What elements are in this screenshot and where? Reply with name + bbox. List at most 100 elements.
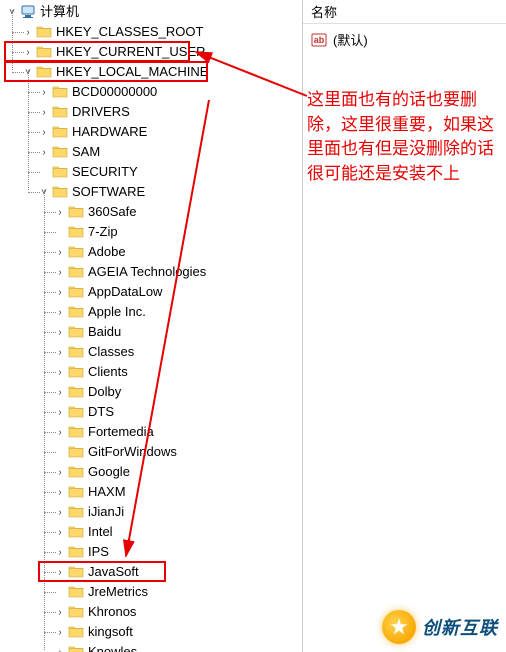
tree-node-label: Khronos bbox=[88, 602, 136, 622]
tree-node-label: AGEIA Technologies bbox=[88, 262, 206, 282]
tree-node-label: JavaSoft bbox=[88, 562, 139, 582]
folder-icon bbox=[68, 304, 84, 320]
watermark-badge-icon bbox=[382, 610, 416, 644]
registry-tree: ˅计算机›HKEY_CLASSES_ROOT›HKEY_CURRENT_USER… bbox=[0, 0, 302, 652]
tree-node[interactable]: ›DRIVERS bbox=[0, 102, 302, 122]
tree-node[interactable]: ›IPS bbox=[0, 542, 302, 562]
folder-icon bbox=[52, 84, 68, 100]
tree-node[interactable]: ›SAM bbox=[0, 142, 302, 162]
tree-node-label: Knowles bbox=[88, 642, 137, 652]
folder-icon bbox=[68, 264, 84, 280]
tree-node-label: Fortemedia bbox=[88, 422, 154, 442]
tree-node[interactable]: ›AppDataLow bbox=[0, 282, 302, 302]
tree-node[interactable]: ›Khronos bbox=[0, 602, 302, 622]
folder-icon bbox=[68, 444, 84, 460]
tree-node-label: Apple Inc. bbox=[88, 302, 146, 322]
folder-icon bbox=[36, 64, 52, 80]
tree-node[interactable]: ›Baidu bbox=[0, 322, 302, 342]
folder-icon bbox=[52, 104, 68, 120]
folder-icon bbox=[36, 44, 52, 60]
tree-node[interactable]: ˅SOFTWARE bbox=[0, 182, 302, 202]
tree-node[interactable]: ›Classes bbox=[0, 342, 302, 362]
tree-node[interactable]: ˅计算机 bbox=[0, 2, 302, 22]
tree-node[interactable]: JreMetrics bbox=[0, 582, 302, 602]
tree-node[interactable]: ›Dolby bbox=[0, 382, 302, 402]
folder-icon bbox=[36, 24, 52, 40]
folder-icon bbox=[52, 164, 68, 180]
folder-icon bbox=[68, 324, 84, 340]
tree-node[interactable]: ›Adobe bbox=[0, 242, 302, 262]
tree-node-label: SAM bbox=[72, 142, 100, 162]
folder-icon bbox=[52, 124, 68, 140]
watermark: 创新互联 bbox=[382, 610, 498, 644]
folder-icon bbox=[68, 604, 84, 620]
tree-node-label: 计算机 bbox=[40, 2, 79, 22]
string-value-icon: ab bbox=[311, 32, 327, 48]
folder-icon bbox=[68, 344, 84, 360]
folder-icon bbox=[68, 644, 84, 652]
tree-node-label: HKEY_CURRENT_USER bbox=[56, 42, 206, 62]
tree-node-label: Clients bbox=[88, 362, 128, 382]
annotation-text: 这里面也有的话也要删除，这里很重要，如果这里面也有但是没删除的话很可能还是安装不… bbox=[307, 88, 506, 187]
tree-node-label: Intel bbox=[88, 522, 113, 542]
tree-node[interactable]: ›Apple Inc. bbox=[0, 302, 302, 322]
folder-icon bbox=[68, 624, 84, 640]
folder-icon bbox=[68, 564, 84, 580]
tree-node[interactable]: ›HARDWARE bbox=[0, 122, 302, 142]
tree-node[interactable]: SECURITY bbox=[0, 162, 302, 182]
folder-icon bbox=[68, 404, 84, 420]
folder-icon bbox=[68, 504, 84, 520]
tree-node-label: DTS bbox=[88, 402, 114, 422]
tree-node[interactable]: ›DTS bbox=[0, 402, 302, 422]
tree-node[interactable]: 7-Zip bbox=[0, 222, 302, 242]
folder-icon bbox=[68, 204, 84, 220]
tree-node[interactable]: ›Intel bbox=[0, 522, 302, 542]
folder-icon bbox=[68, 424, 84, 440]
folder-icon bbox=[68, 464, 84, 480]
tree-node[interactable]: ›kingsoft bbox=[0, 622, 302, 642]
tree-node[interactable]: ›HKEY_CLASSES_ROOT bbox=[0, 22, 302, 42]
tree-node-label: GitForWindows bbox=[88, 442, 177, 462]
folder-icon bbox=[52, 144, 68, 160]
folder-icon bbox=[68, 484, 84, 500]
folder-icon bbox=[52, 184, 68, 200]
tree-node-label: JreMetrics bbox=[88, 582, 148, 602]
tree-node[interactable]: ›HKEY_CURRENT_USER bbox=[0, 42, 302, 62]
folder-icon bbox=[68, 384, 84, 400]
tree-node-label: IPS bbox=[88, 542, 109, 562]
value-row-default[interactable]: ab (默认) bbox=[311, 30, 498, 49]
svg-text:ab: ab bbox=[314, 35, 325, 45]
tree-node-label: HKEY_LOCAL_MACHINE bbox=[56, 62, 208, 82]
column-header-name[interactable]: 名称 bbox=[303, 0, 506, 24]
tree-node[interactable]: ›iJianJi bbox=[0, 502, 302, 522]
value-name-default: (默认) bbox=[333, 30, 368, 49]
tree-node[interactable]: ›Clients bbox=[0, 362, 302, 382]
folder-icon bbox=[68, 284, 84, 300]
tree-node[interactable]: ›HAXM bbox=[0, 482, 302, 502]
tree-node[interactable]: ›JavaSoft bbox=[0, 562, 302, 582]
tree-node-label: Google bbox=[88, 462, 130, 482]
folder-icon bbox=[68, 364, 84, 380]
folder-icon bbox=[68, 524, 84, 540]
tree-node[interactable]: ›Fortemedia bbox=[0, 422, 302, 442]
tree-node-label: SECURITY bbox=[72, 162, 138, 182]
tree-node[interactable]: ›360Safe bbox=[0, 202, 302, 222]
tree-node-label: HAXM bbox=[88, 482, 126, 502]
tree-node-label: Baidu bbox=[88, 322, 121, 342]
tree-node[interactable]: ›BCD00000000 bbox=[0, 82, 302, 102]
tree-node[interactable]: › Knowles bbox=[0, 642, 302, 652]
tree-node-label: SOFTWARE bbox=[72, 182, 145, 202]
chevron-right-icon[interactable]: › bbox=[52, 644, 68, 652]
tree-node-label: 7-Zip bbox=[88, 222, 118, 242]
tree-node-label: kingsoft bbox=[88, 622, 133, 642]
tree-node[interactable]: GitForWindows bbox=[0, 442, 302, 462]
tree-node[interactable]: ›AGEIA Technologies bbox=[0, 262, 302, 282]
folder-icon bbox=[68, 244, 84, 260]
tree-node-label: 360Safe bbox=[88, 202, 136, 222]
tree-node-label: Dolby bbox=[88, 382, 121, 402]
tree-node-label: HKEY_CLASSES_ROOT bbox=[56, 22, 203, 42]
tree-node[interactable]: ›Google bbox=[0, 462, 302, 482]
registry-tree-pane[interactable]: ˅计算机›HKEY_CLASSES_ROOT›HKEY_CURRENT_USER… bbox=[0, 0, 303, 652]
tree-node-label: iJianJi bbox=[88, 502, 124, 522]
tree-node[interactable]: ˅HKEY_LOCAL_MACHINE bbox=[0, 62, 302, 82]
